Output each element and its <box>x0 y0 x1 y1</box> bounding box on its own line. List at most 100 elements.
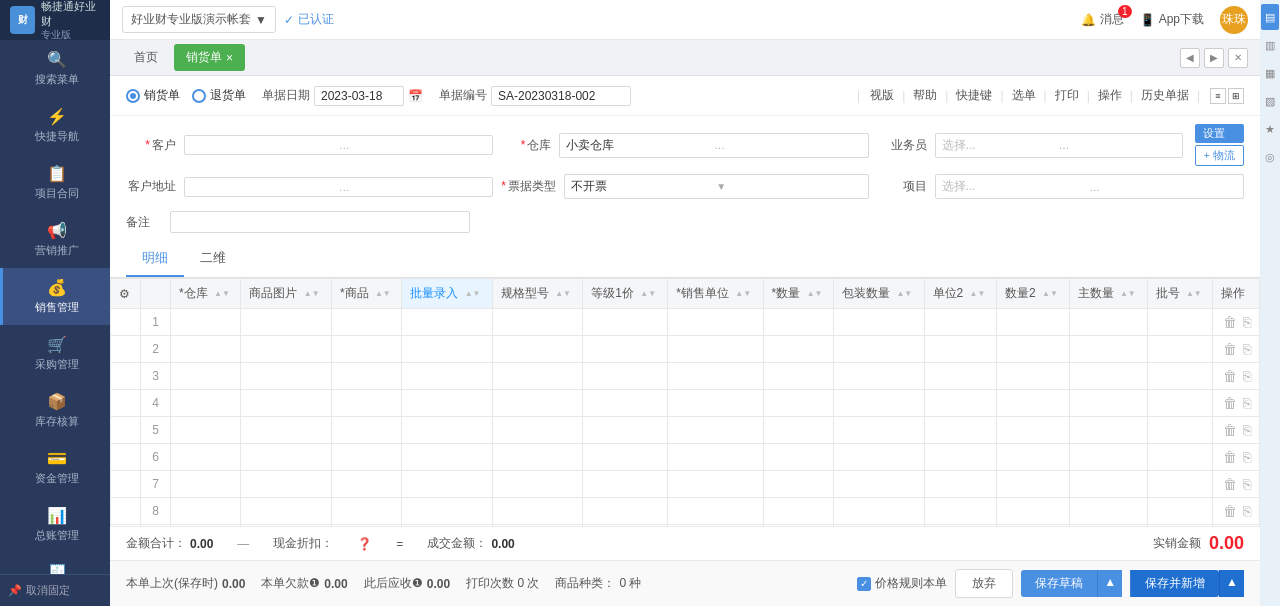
order-no-input[interactable] <box>491 86 631 106</box>
tab-home[interactable]: 首页 <box>122 43 170 72</box>
col-main-qty[interactable]: 主数量 ▲▼ <box>1069 279 1147 309</box>
row-qty[interactable] <box>763 498 833 525</box>
tab-erwei[interactable]: 二维 <box>184 241 242 277</box>
row-qty[interactable] <box>763 336 833 363</box>
logistics-btn[interactable]: + 物流 <box>1195 145 1244 166</box>
row-batch-import[interactable] <box>402 417 492 444</box>
row-product-img[interactable] <box>241 444 331 471</box>
row-price[interactable] <box>583 336 668 363</box>
save-new-arrow[interactable]: ▲ <box>1219 570 1244 597</box>
row-unit2[interactable] <box>924 417 997 444</box>
row-sale-unit[interactable] <box>668 363 763 390</box>
row-product[interactable] <box>331 336 401 363</box>
row-unit2[interactable] <box>924 390 997 417</box>
row-batch-import[interactable] <box>402 471 492 498</box>
customer-input[interactable]: … <box>184 135 493 155</box>
row-unit2[interactable] <box>924 498 997 525</box>
row-product[interactable] <box>331 498 401 525</box>
app-download-btn[interactable]: 📱 App下载 <box>1140 11 1204 28</box>
row-product-img[interactable] <box>241 309 331 336</box>
row-unit2[interactable] <box>924 444 997 471</box>
row-pack-qty[interactable] <box>834 363 924 390</box>
row-sale-unit[interactable] <box>668 498 763 525</box>
row-qty2[interactable] <box>997 363 1070 390</box>
salesperson-input[interactable]: 选择... … <box>935 133 1183 158</box>
right-panel-btn-1[interactable]: ▤ <box>1261 4 1279 30</box>
row-price[interactable] <box>583 309 668 336</box>
row-copy-btn[interactable]: ⎘ <box>1243 422 1251 438</box>
row-qty2[interactable] <box>997 498 1070 525</box>
date-input[interactable] <box>314 86 404 106</box>
radio-sale[interactable]: 销货单 <box>126 87 180 104</box>
row-qty2[interactable] <box>997 417 1070 444</box>
row-warehouse[interactable] <box>171 390 241 417</box>
row-qty[interactable] <box>763 471 833 498</box>
row-copy-btn[interactable]: ⎘ <box>1243 368 1251 384</box>
company-dropdown[interactable]: 好业财专业版演示帐套 ▼ <box>122 6 276 33</box>
settings-col-header[interactable]: ⚙ <box>111 279 141 309</box>
col-product-img[interactable]: 商品图片 ▲▼ <box>241 279 331 309</box>
row-price[interactable] <box>583 417 668 444</box>
sidebar-item-accounting[interactable]: 📊总账管理 <box>0 496 110 553</box>
calendar-icon[interactable]: 📅 <box>408 89 423 103</box>
row-sale-unit[interactable] <box>668 444 763 471</box>
row-price[interactable] <box>583 363 668 390</box>
row-warehouse[interactable] <box>171 363 241 390</box>
row-unit2[interactable] <box>924 336 997 363</box>
row-spec[interactable] <box>492 498 582 525</box>
row-main-qty[interactable] <box>1069 417 1147 444</box>
sidebar-item-invoice[interactable]: 🧾发票管理 <box>0 553 110 574</box>
project-more-btn[interactable]: … <box>1089 181 1237 193</box>
row-qty[interactable] <box>763 444 833 471</box>
row-product[interactable] <box>331 444 401 471</box>
row-product[interactable] <box>331 471 401 498</box>
toolbar-btn-print[interactable]: 打印 <box>1049 84 1085 107</box>
row-product-img[interactable] <box>241 417 331 444</box>
col-product[interactable]: *商品 ▲▼ <box>331 279 401 309</box>
sidebar-item-funds[interactable]: 💳资金管理 <box>0 439 110 496</box>
row-spec[interactable] <box>492 444 582 471</box>
row-main-qty[interactable] <box>1069 363 1147 390</box>
abandon-button[interactable]: 放弃 <box>955 569 1013 598</box>
row-batch-import[interactable] <box>402 498 492 525</box>
row-sale-unit[interactable] <box>668 417 763 444</box>
settings-btn[interactable]: 设置 <box>1195 124 1244 143</box>
row-batch[interactable] <box>1147 471 1213 498</box>
row-main-qty[interactable] <box>1069 471 1147 498</box>
row-batch-import[interactable] <box>402 336 492 363</box>
row-warehouse[interactable] <box>171 471 241 498</box>
tab-close-icon[interactable]: × <box>226 51 233 65</box>
row-sale-unit[interactable] <box>668 471 763 498</box>
row-warehouse[interactable] <box>171 444 241 471</box>
row-batch[interactable] <box>1147 390 1213 417</box>
project-input[interactable]: 选择... … <box>935 174 1244 199</box>
row-main-qty[interactable] <box>1069 309 1147 336</box>
row-delete-btn[interactable]: 🗑 <box>1223 476 1237 492</box>
right-panel-btn-3[interactable]: ▦ <box>1261 60 1279 86</box>
col-qty[interactable]: *数量 ▲▼ <box>763 279 833 309</box>
tab-close-btn[interactable]: ✕ <box>1228 48 1248 68</box>
customer-more-btn[interactable]: … <box>339 139 487 151</box>
price-rule-checkbox[interactable]: 价格规则本单 <box>857 575 947 592</box>
messages-btn[interactable]: 🔔 1 消息 <box>1081 11 1124 28</box>
salesperson-more-btn[interactable]: … <box>1059 139 1176 151</box>
col-spec[interactable]: 规格型号 ▲▼ <box>492 279 582 309</box>
tab-next-btn[interactable]: ▶ <box>1204 48 1224 68</box>
save-new-button[interactable]: 保存并新增 <box>1130 570 1219 597</box>
row-product[interactable] <box>331 363 401 390</box>
row-main-qty[interactable] <box>1069 444 1147 471</box>
right-panel-btn-4[interactable]: ▧ <box>1261 88 1279 114</box>
row-delete-btn[interactable]: 🗑 <box>1223 422 1237 438</box>
row-product-img[interactable] <box>241 336 331 363</box>
row-spec[interactable] <box>492 336 582 363</box>
row-spec[interactable] <box>492 309 582 336</box>
row-batch-import[interactable] <box>402 309 492 336</box>
row-batch[interactable] <box>1147 309 1213 336</box>
row-sale-unit[interactable] <box>668 390 763 417</box>
row-product-img[interactable] <box>241 390 331 417</box>
row-batch-import[interactable] <box>402 390 492 417</box>
right-panel-btn-2[interactable]: ▥ <box>1261 32 1279 58</box>
row-pack-qty[interactable] <box>834 471 924 498</box>
row-spec[interactable] <box>492 390 582 417</box>
col-warehouse[interactable]: *仓库 ▲▼ <box>171 279 241 309</box>
